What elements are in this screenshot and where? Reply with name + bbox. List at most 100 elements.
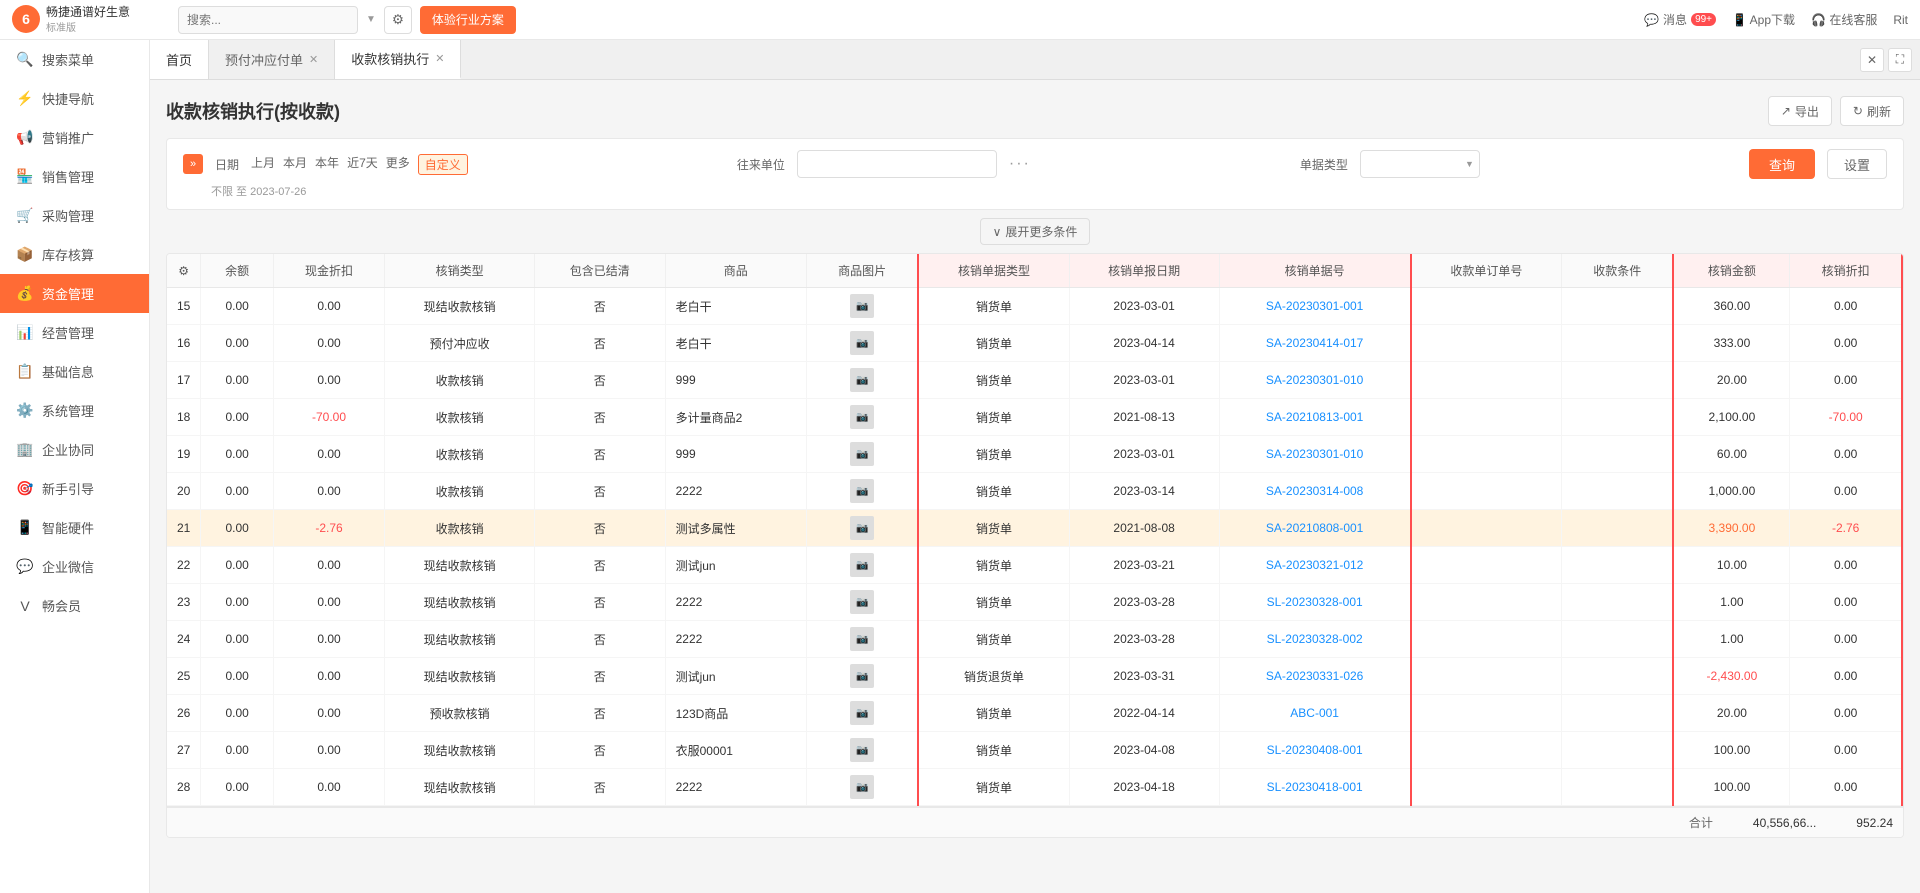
cancel-no-link[interactable]: SA-20210808-001 [1266,521,1363,535]
sidebar-item-vip[interactable]: V 畅会员 [0,586,149,625]
date-more[interactable]: 更多 [386,154,410,175]
cancel-no-link[interactable]: SA-20230321-012 [1266,558,1363,572]
date-this-month[interactable]: 本月 [283,154,307,175]
tab-receipt-cancel[interactable]: 收款核销执行 ✕ [335,40,461,79]
industry-button[interactable]: 体验行业方案 [420,6,516,34]
sidebar-item-inventory[interactable]: 📦 库存核算 [0,235,149,274]
page-header: 收款核销执行(按收款) ↗ 导出 ↻ 刷新 [166,96,1904,126]
cell-cash-discount: 0.00 [273,436,384,473]
sidebar-item-search-menu[interactable]: 🔍 搜索菜单 [0,40,149,79]
top-search-input[interactable] [178,6,358,34]
cancel-no-link[interactable]: ABC-001 [1290,706,1339,720]
query-button[interactable]: 查询 [1749,149,1815,179]
expand-conditions-button[interactable]: ∨ 展开更多条件 [980,218,1091,245]
cancel-no-link[interactable]: SA-20230301-010 [1266,447,1363,461]
content-area: 首页 预付冲应付单 ✕ 收款核销执行 ✕ ✕ ⛶ 收款核销执行(按收款) [150,40,1920,893]
sidebar-item-sales[interactable]: 🏪 销售管理 [0,157,149,196]
cell-include-settled: 否 [535,732,666,769]
cancel-no-link[interactable]: SL-20230328-002 [1267,632,1363,646]
cell-goods: 老白干 [665,288,806,325]
app-download[interactable]: 📱 App下载 [1732,11,1795,28]
cell-balance: 0.00 [201,658,274,695]
cell-cancel-amount: 1,000.00 [1673,473,1789,510]
cell-cancel-type: 预收款核销 [385,695,535,732]
sidebar-item-smart-hw[interactable]: 📱 智能硬件 [0,508,149,547]
sidebar-item-enterprise[interactable]: 🏢 企业协同 [0,430,149,469]
cell-cash-discount: 0.00 [273,362,384,399]
cell-goods: 999 [665,436,806,473]
cell-cancel-type: 收款核销 [385,399,535,436]
cancel-no-link[interactable]: SA-20210813-001 [1266,410,1363,424]
cancel-no-link[interactable]: SA-20230301-001 [1266,299,1363,313]
table-footer: 合计 40,556,66... 952.24 [167,806,1903,837]
refresh-icon: ↻ [1853,104,1863,118]
sidebar-item-quick-nav[interactable]: ⚡ 快捷导航 [0,79,149,118]
online-service[interactable]: 🎧 在线客服 [1811,11,1877,28]
sidebar-item-wechat[interactable]: 💬 企业微信 [0,547,149,586]
gear-button[interactable]: ⚙ [384,6,412,34]
expand-down-icon: ∨ [993,225,1002,239]
cell-cancel-voucher-type: 销货单 [918,362,1069,399]
cancel-no-link[interactable]: SA-20230314-008 [1266,484,1363,498]
date-this-year[interactable]: 本年 [315,154,339,175]
cell-no: 26 [167,695,201,732]
marketing-icon: 📢 [16,129,34,147]
cell-goods-img: 📷 [806,362,918,399]
cancel-no-link[interactable]: SA-20230331-026 [1266,669,1363,683]
data-table: ⚙ 余额 现金折扣 核销类型 包含已结清 商品 商品图片 核销单据类型 核销单报… [167,254,1903,806]
th-receipt-order-no: 收款单订单号 [1411,254,1562,288]
tab-minimize-button[interactable]: ✕ [1860,48,1884,72]
cancel-no-link[interactable]: SA-20230414-017 [1266,336,1363,350]
tab-prepay[interactable]: 预付冲应付单 ✕ [209,40,335,79]
cancel-no-link[interactable]: SL-20230418-001 [1267,780,1363,794]
cell-goods: 多计量商品2 [665,399,806,436]
cell-cancel-no: SA-20230301-010 [1219,436,1411,473]
sidebar-item-operation[interactable]: 📊 经营管理 [0,313,149,352]
cell-balance: 0.00 [201,510,274,547]
cell-balance: 0.00 [201,362,274,399]
date-7days[interactable]: 近7天 [347,154,378,175]
refresh-button[interactable]: ↻ 刷新 [1840,96,1904,126]
cell-cash-discount: 0.00 [273,547,384,584]
cell-cancel-no: ABC-001 [1219,695,1411,732]
tab-prepay-close[interactable]: ✕ [309,53,318,66]
voucher-type-select[interactable] [1360,150,1480,178]
cell-receipt-condition [1561,399,1673,436]
table-row: 28 0.00 0.00 现结收款核销 否 2222 📷 销货单 2023-04… [167,769,1902,806]
cell-cancel-voucher-type: 销货单 [918,399,1069,436]
sidebar-item-guide[interactable]: 🎯 新手引导 [0,469,149,508]
sidebar-item-system[interactable]: ⚙️ 系统管理 [0,391,149,430]
cell-goods: 2222 [665,584,806,621]
cell-cancel-no: SA-20230414-017 [1219,325,1411,362]
cell-goods-img: 📷 [806,769,918,806]
cancel-no-link[interactable]: SL-20230328-001 [1267,595,1363,609]
tab-receipt-cancel-close[interactable]: ✕ [435,52,444,65]
notification-area[interactable]: 💬 消息 99+ [1644,11,1716,28]
sidebar-item-finance[interactable]: 💰 资金管理 [0,274,149,313]
cancel-no-link[interactable]: SL-20230408-001 [1267,743,1363,757]
sidebar-item-purchase[interactable]: 🛒 采购管理 [0,196,149,235]
cell-receipt-order-no [1411,510,1562,547]
tab-maximize-button[interactable]: ⛶ [1888,48,1912,72]
cell-cancel-no: SA-20230301-001 [1219,288,1411,325]
cancel-no-link[interactable]: SA-20230301-010 [1266,373,1363,387]
export-button[interactable]: ↗ 导出 [1768,96,1832,126]
counterparty-input[interactable] [797,150,997,178]
date-last-month[interactable]: 上月 [251,154,275,175]
expand-arrow[interactable]: » [183,154,203,174]
expand-section: ∨ 展开更多条件 [166,218,1904,245]
sidebar-item-marketing[interactable]: 📢 营销推广 [0,118,149,157]
date-filter-label: 日期 [215,156,239,173]
filter-settings-button[interactable]: 设置 [1827,149,1887,179]
sidebar-item-base-info[interactable]: 📋 基础信息 [0,352,149,391]
cell-include-settled: 否 [535,362,666,399]
tab-home[interactable]: 首页 [150,40,209,79]
cell-cancel-voucher-type: 销货单 [918,325,1069,362]
cell-cancel-voucher-type: 销货单 [918,769,1069,806]
cell-balance: 0.00 [201,288,274,325]
cell-cancel-discount: -2.76 [1790,510,1902,547]
date-custom[interactable]: 自定义 [418,154,468,175]
table-row: 23 0.00 0.00 现结收款核销 否 2222 📷 销货单 2023-03… [167,584,1902,621]
cell-cancel-amount: 100.00 [1673,732,1789,769]
user-name[interactable]: Rit [1893,13,1908,27]
